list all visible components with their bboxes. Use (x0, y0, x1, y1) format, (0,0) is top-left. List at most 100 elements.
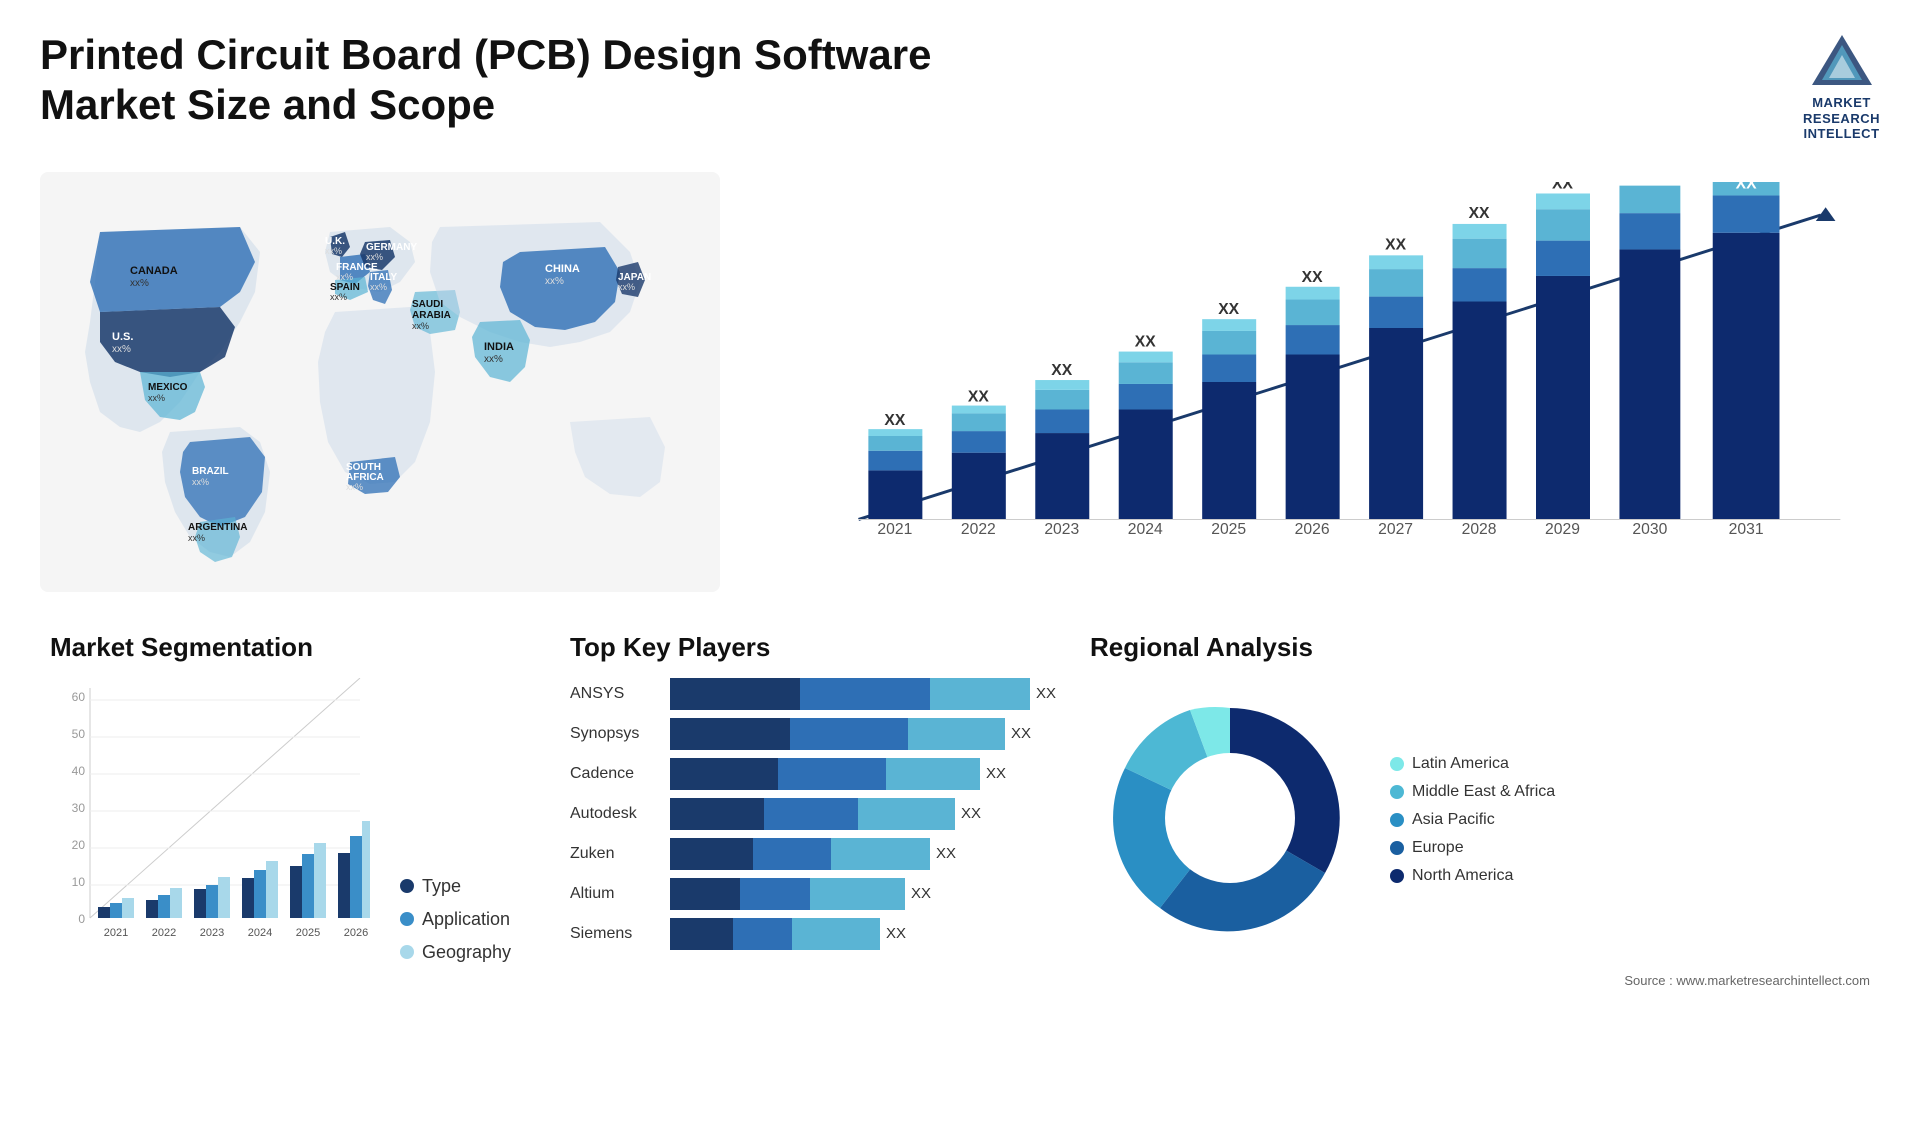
legend-application-dot (400, 912, 414, 926)
svg-text:CANADA: CANADA (130, 265, 178, 277)
svg-text:BRAZIL: BRAZIL (192, 466, 229, 477)
svg-text:2031: 2031 (1729, 521, 1764, 538)
players-section: Top Key Players ANSYS XX (560, 622, 1040, 998)
segmentation-legend: Type Application Geography (390, 876, 511, 963)
reg-legend-latin: Latin America (1390, 755, 1555, 773)
svg-text:xx%: xx% (346, 482, 363, 492)
svg-text:U.S.: U.S. (112, 331, 133, 343)
reg-label-europe: Europe (1412, 839, 1464, 857)
player-bar-zuken: XX (670, 838, 1030, 870)
logo-area: MARKETRESEARCHINTELLECT (1803, 30, 1880, 142)
svg-text:xx%: xx% (336, 272, 353, 282)
player-label-zuken: XX (936, 845, 956, 862)
player-bar-siemens: XX (670, 918, 1030, 950)
segmentation-bars: 0 10 20 30 40 50 60 (50, 678, 370, 963)
svg-text:2027: 2027 (1378, 521, 1413, 538)
svg-text:2022: 2022 (961, 521, 996, 538)
player-label-synopsys: XX (1011, 725, 1031, 742)
svg-text:60: 60 (72, 690, 86, 704)
logo-icon (1807, 30, 1877, 90)
reg-label-latin: Latin America (1412, 755, 1509, 773)
player-row-autodesk: Autodesk XX (570, 798, 1030, 830)
svg-text:xx%: xx% (192, 477, 209, 487)
svg-text:2023: 2023 (1044, 521, 1079, 538)
world-map-section: CANADA xx% U.S. xx% MEXICO xx% BRAZIL xx… (40, 172, 720, 592)
svg-text:XX: XX (1218, 301, 1239, 318)
player-label-siemens: XX (886, 925, 906, 942)
source-text: Source : www.marketresearchintellect.com (1090, 973, 1870, 988)
segmentation-title: Market Segmentation (50, 632, 510, 663)
svg-text:xx%: xx% (330, 292, 347, 302)
svg-text:xx%: xx% (112, 344, 131, 355)
header: Printed Circuit Board (PCB) Design Softw… (40, 30, 1880, 142)
svg-text:10: 10 (72, 875, 86, 889)
svg-text:2023: 2023 (200, 927, 224, 939)
player-row-siemens: Siemens XX (570, 918, 1030, 950)
svg-text:xx%: xx% (325, 246, 342, 256)
player-name-autodesk: Autodesk (570, 805, 660, 823)
svg-text:XX: XX (1135, 333, 1156, 350)
seg-bar-chart: 0 10 20 30 40 50 60 (50, 678, 370, 958)
svg-text:XX: XX (1302, 269, 1323, 286)
player-label-ansys: XX (1036, 685, 1056, 702)
svg-text:2025: 2025 (1211, 521, 1246, 538)
svg-text:2024: 2024 (1128, 521, 1163, 538)
bar-chart-section: XX 2021 XX 2022 (760, 172, 1880, 592)
legend-type-label: Type (422, 876, 461, 897)
regional-legend: Latin America Middle East & Africa Asia … (1390, 755, 1555, 885)
donut-container: Latin America Middle East & Africa Asia … (1090, 678, 1870, 963)
legend-application: Application (400, 909, 511, 930)
player-name-synopsys: Synopsys (570, 725, 660, 743)
svg-text:40: 40 (72, 764, 86, 778)
regional-title: Regional Analysis (1090, 632, 1870, 663)
reg-legend-na: North America (1390, 867, 1555, 885)
svg-text:2026: 2026 (1295, 521, 1330, 538)
svg-text:XX: XX (1385, 236, 1406, 253)
legend-geography: Geography (400, 942, 511, 963)
player-row-ansys: ANSYS XX (570, 678, 1030, 710)
svg-text:0: 0 (78, 912, 85, 926)
logo-text: MARKETRESEARCHINTELLECT (1803, 95, 1880, 142)
reg-dot-mea (1390, 785, 1404, 799)
svg-text:xx%: xx% (130, 278, 149, 289)
reg-dot-apac (1390, 813, 1404, 827)
players-title: Top Key Players (570, 632, 1030, 663)
svg-text:XX: XX (884, 412, 905, 429)
reg-dot-na (1390, 869, 1404, 883)
svg-text:2028: 2028 (1462, 521, 1497, 538)
svg-text:CHINA: CHINA (545, 263, 580, 275)
player-name-cadence: Cadence (570, 765, 660, 783)
legend-type: Type (400, 876, 511, 897)
svg-text:50: 50 (72, 727, 86, 741)
svg-text:ARABIA: ARABIA (412, 310, 451, 321)
reg-dot-latin (1390, 757, 1404, 771)
svg-text:30: 30 (72, 801, 86, 815)
regional-section: Regional Analysis (1080, 622, 1880, 998)
svg-text:xx%: xx% (545, 276, 564, 287)
svg-text:2026: 2026 (344, 927, 368, 939)
svg-text:XX: XX (968, 388, 989, 405)
player-bar-ansys: XX (670, 678, 1056, 710)
svg-text:20: 20 (72, 838, 86, 852)
svg-text:XX: XX (1639, 182, 1660, 185)
player-name-zuken: Zuken (570, 845, 660, 863)
reg-legend-mea: Middle East & Africa (1390, 783, 1555, 801)
svg-text:2025: 2025 (296, 927, 320, 939)
bottom-section: Market Segmentation 0 10 20 30 40 (40, 622, 1880, 998)
legend-type-dot (400, 879, 414, 893)
segmentation-section: Market Segmentation 0 10 20 30 40 (40, 622, 520, 998)
svg-text:2029: 2029 (1545, 521, 1580, 538)
svg-text:SAUDI: SAUDI (412, 299, 443, 310)
svg-text:2021: 2021 (104, 927, 128, 939)
page-container: Printed Circuit Board (PCB) Design Softw… (0, 0, 1920, 1146)
player-bar-autodesk: XX (670, 798, 1030, 830)
reg-legend-europe: Europe (1390, 839, 1555, 857)
world-map-svg: CANADA xx% U.S. xx% MEXICO xx% BRAZIL xx… (40, 172, 720, 592)
legend-application-label: Application (422, 909, 510, 930)
svg-text:XX: XX (1051, 362, 1072, 379)
reg-label-apac: Asia Pacific (1412, 811, 1495, 829)
svg-text:xx%: xx% (148, 393, 165, 403)
donut-chart (1090, 678, 1370, 958)
svg-text:xx%: xx% (188, 533, 205, 543)
svg-text:2021: 2021 (877, 521, 912, 538)
